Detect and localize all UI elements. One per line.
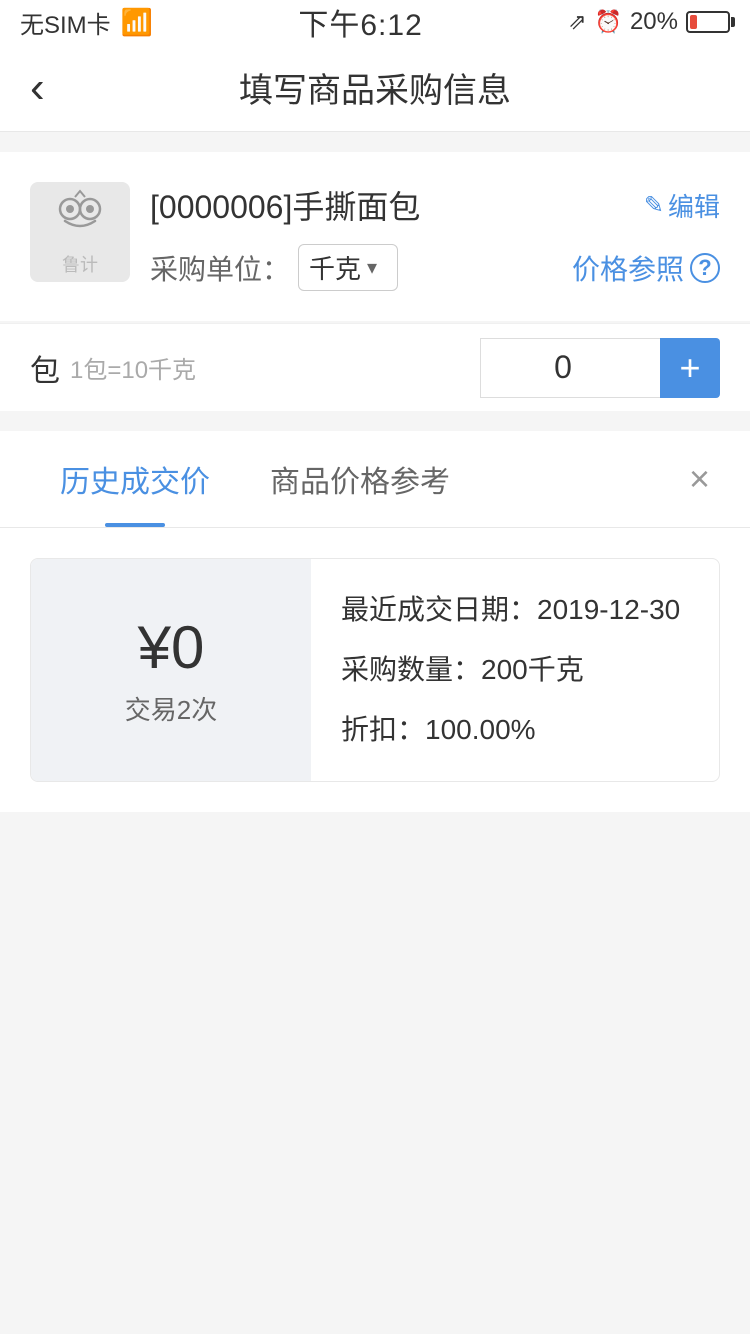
discount-label: 折扣： <box>341 714 425 745</box>
chevron-down-icon: ▾ <box>367 255 377 280</box>
status-left: 无SIM卡 📶 <box>20 5 153 40</box>
carrier-text: 无SIM卡 <box>20 5 111 40</box>
quantity-row: 包 1包=10千克 + <box>0 323 750 411</box>
help-icon: ? <box>690 253 720 283</box>
recent-date-label: 最近成交日期： <box>341 594 537 625</box>
qty-unit-main: 包 <box>30 346 60 390</box>
page-title: 填写商品采购信息 <box>239 63 511 112</box>
price-ref-label: 价格参照 <box>572 248 684 288</box>
price-ref-button[interactable]: 价格参照 ? <box>572 248 720 288</box>
location-icon: ⇗ <box>568 9 586 35</box>
product-name: [0000006]手撕面包 <box>150 182 420 228</box>
purchase-qty-label: 采购数量： <box>341 654 481 685</box>
tab-content-history: ¥0 交易2次 最近成交日期：2019-12-30 采购数量：200千克 折扣：… <box>0 528 750 812</box>
owl-icon <box>50 187 110 247</box>
tab-history[interactable]: 历史成交价 <box>30 431 240 527</box>
qty-conversion: 1包=10千克 <box>70 350 196 385</box>
unit-label: 采购单位： 千克 ▾ <box>150 244 398 291</box>
price-right: 最近成交日期：2019-12-30 采购数量：200千克 折扣：100.00% <box>311 559 719 781</box>
price-left: ¥0 交易2次 <box>31 559 311 781</box>
tab-close-button[interactable]: × <box>679 448 720 510</box>
edit-label: 编辑 <box>668 187 720 224</box>
price-purchase-qty: 采购数量：200千克 <box>341 649 689 691</box>
price-amount: ¥0 <box>138 613 205 682</box>
price-discount: 折扣：100.00% <box>341 709 689 751</box>
status-bar: 无SIM卡 📶 下午6:12 ⇗ ⏰ 20% <box>0 0 750 44</box>
purchase-qty-value: 200千克 <box>481 654 584 685</box>
status-right: ⇗ ⏰ 20% <box>568 8 730 36</box>
product-card: 鲁计 [0000006]手撕面包 ✎ 编辑 采购单位： 千克 ▾ 价格参照 ? <box>0 152 750 321</box>
product-thumbnail: 鲁计 <box>30 182 130 282</box>
qty-label: 包 1包=10千克 <box>30 346 196 390</box>
price-count: 交易2次 <box>125 690 217 727</box>
product-meta: 采购单位： 千克 ▾ 价格参照 ? <box>150 244 720 291</box>
product-name-text: 手撕面包 <box>292 189 420 225</box>
thumbnail-label: 鲁计 <box>62 251 98 277</box>
price-card: ¥0 交易2次 最近成交日期：2019-12-30 采购数量：200千克 折扣：… <box>30 558 720 782</box>
battery-percent: 20% <box>630 8 678 36</box>
price-recent-date: 最近成交日期：2019-12-30 <box>341 589 689 631</box>
unit-value: 千克 <box>309 249 361 286</box>
edit-button[interactable]: ✎ 编辑 <box>644 187 720 224</box>
quantity-input[interactable] <box>480 338 660 398</box>
qty-input-group: + <box>480 338 720 398</box>
back-button[interactable]: ‹ <box>30 63 55 113</box>
tabs-header: 历史成交价 商品价格参考 × <box>0 431 750 528</box>
product-id: [0000006] <box>150 189 292 225</box>
alarm-icon: ⏰ <box>595 9 622 35</box>
recent-date-value: 2019-12-30 <box>537 594 680 625</box>
battery-icon <box>686 11 730 33</box>
discount-value: 100.00% <box>425 714 536 745</box>
status-time: 下午6:12 <box>298 0 422 44</box>
product-header: [0000006]手撕面包 ✎ 编辑 <box>150 182 720 228</box>
tabs-section: 历史成交价 商品价格参考 × ¥0 交易2次 最近成交日期：2019-12-30… <box>0 431 750 812</box>
qty-plus-button[interactable]: + <box>660 338 720 398</box>
bottom-area <box>0 812 750 1312</box>
wifi-icon: 📶 <box>121 7 153 38</box>
edit-icon: ✎ <box>644 191 664 220</box>
unit-select[interactable]: 千克 ▾ <box>298 244 398 291</box>
product-info: [0000006]手撕面包 ✎ 编辑 采购单位： 千克 ▾ 价格参照 ? <box>150 182 720 291</box>
tab-reference[interactable]: 商品价格参考 <box>240 431 480 527</box>
unit-label-text: 采购单位： <box>150 248 290 288</box>
nav-bar: ‹ 填写商品采购信息 <box>0 44 750 132</box>
